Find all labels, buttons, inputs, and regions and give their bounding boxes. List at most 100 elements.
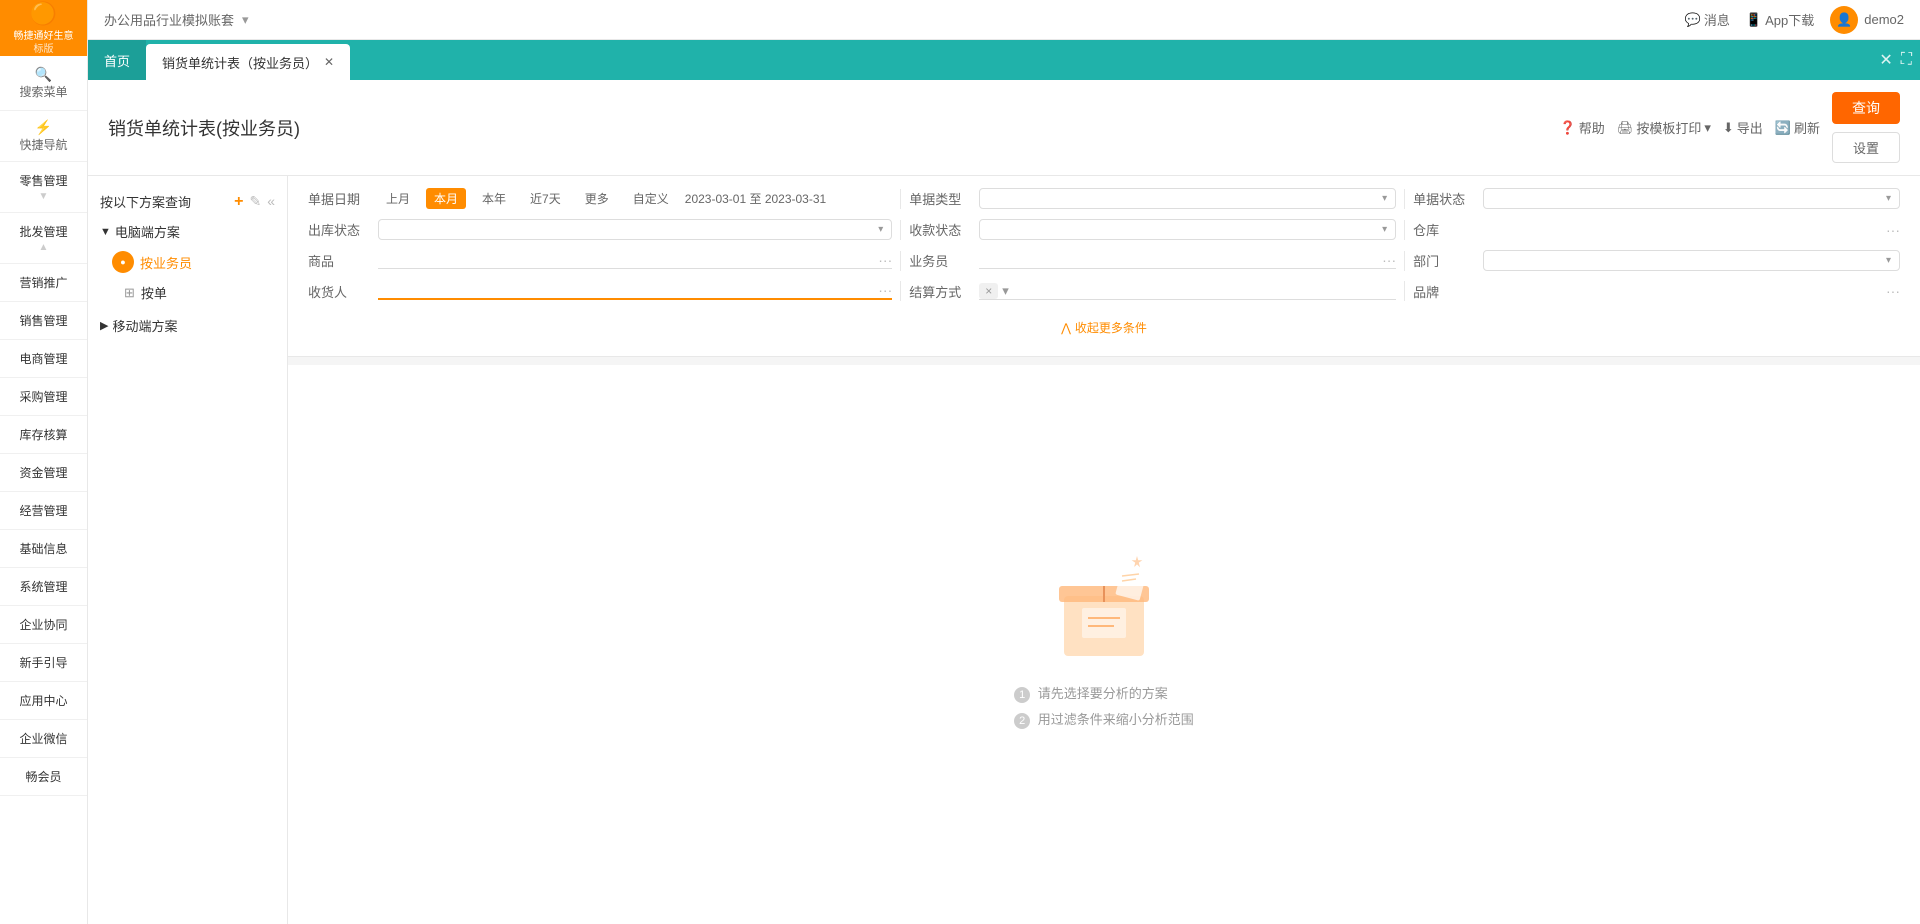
warehouse-dots[interactable]: ··· bbox=[1886, 222, 1900, 238]
brand-dots[interactable]: ··· bbox=[1886, 283, 1900, 299]
quick-nav[interactable]: ⚡ 快捷导航 bbox=[0, 111, 87, 162]
sidebar-item-basic[interactable]: 基础信息 bbox=[0, 530, 87, 568]
sidebar-item-purchase[interactable]: 采购管理 bbox=[0, 378, 87, 416]
collapse-filter-btn[interactable]: ⋀ 收起更多条件 bbox=[308, 311, 1900, 344]
department-select[interactable]: ▾ bbox=[1483, 250, 1900, 271]
filter-doc-type: 单据类型 ▾ bbox=[909, 188, 1396, 209]
sidebar-item-inventory[interactable]: 库存核算 bbox=[0, 416, 87, 454]
refresh-btn[interactable]: 🔄 刷新 bbox=[1775, 118, 1820, 137]
filter-warehouse: 仓库 ··· bbox=[1413, 220, 1900, 239]
product-dots[interactable]: ··· bbox=[878, 252, 892, 268]
out-status-select[interactable]: ▾ bbox=[378, 219, 892, 240]
apps-label: 应用中心 bbox=[19, 692, 67, 709]
edit-scheme-btn[interactable]: ✎ bbox=[249, 193, 261, 211]
left-panel: 按以下方案查询 + ✎ « ▼ 电脑端方案 ● 按业务员 bbox=[88, 176, 288, 924]
print-icon: 🖨 bbox=[1617, 120, 1634, 136]
sidebar-logo[interactable]: 🟠 畅捷通好生意 标版 bbox=[0, 0, 87, 56]
collapse-icon: ⋀ bbox=[1061, 321, 1071, 335]
sidebar-item-finance[interactable]: 资金管理 bbox=[0, 454, 87, 492]
user-area[interactable]: 👤 demo2 bbox=[1830, 6, 1904, 34]
enterprise-label: 企业协同 bbox=[19, 616, 67, 633]
tree-section-desktop[interactable]: ▼ 电脑端方案 bbox=[88, 217, 287, 246]
message-btn[interactable]: 💬 消息 bbox=[1685, 10, 1730, 29]
sidebar-item-marketing[interactable]: 营销推广 bbox=[0, 264, 87, 302]
date-btn-last-month[interactable]: 上月 bbox=[378, 188, 418, 209]
filter-row-4: 收货人 ··· 结算方式 × bbox=[308, 281, 1900, 301]
sales-label: 销售管理 bbox=[19, 312, 67, 329]
tab-sales-report[interactable]: 销货单统计表（按业务员） ✕ bbox=[146, 44, 350, 80]
sidebar-item-system[interactable]: 系统管理 bbox=[0, 568, 87, 606]
filter-doc-status: 单据状态 ▾ bbox=[1413, 188, 1900, 209]
inventory-label: 库存核算 bbox=[19, 426, 67, 443]
date-btn-7days[interactable]: 近7天 bbox=[522, 188, 569, 209]
product-label: 商品 bbox=[308, 251, 378, 270]
divider-8 bbox=[1404, 281, 1405, 301]
user-name: demo2 bbox=[1864, 12, 1904, 27]
help-btn[interactable]: ❓ 帮助 bbox=[1560, 118, 1605, 137]
collect-status-select[interactable]: ▾ bbox=[979, 219, 1396, 240]
tab-maximize-icon[interactable]: ⛶ bbox=[1901, 51, 1912, 69]
sidebar-item-sales[interactable]: 销售管理 bbox=[0, 302, 87, 340]
member-label: 畅会员 bbox=[25, 768, 61, 785]
basic-label: 基础信息 bbox=[19, 540, 67, 557]
tip-num-1: 1 bbox=[1014, 687, 1030, 703]
settings-button[interactable]: 设置 bbox=[1832, 132, 1900, 163]
filter-area: 单据日期 上月 本月 本年 近7天 更多 自定义 2023-03-01 至 20… bbox=[288, 176, 1920, 357]
tree-item-salesman[interactable]: ● 按业务员 bbox=[88, 246, 287, 278]
doc-type-chevron: ▾ bbox=[1382, 193, 1387, 204]
search-menu[interactable]: 🔍 搜索菜单 bbox=[0, 56, 87, 111]
breadcrumb-dropdown-icon[interactable]: ▾ bbox=[242, 12, 249, 28]
date-btn-this-year[interactable]: 本年 bbox=[474, 188, 514, 209]
collapse-panel-btn[interactable]: « bbox=[267, 193, 275, 211]
wechat-label: 企业微信 bbox=[19, 730, 67, 747]
app-icon: 📱 bbox=[1746, 12, 1762, 28]
purchase-label: 采购管理 bbox=[19, 388, 67, 405]
retail-arrow: ▼ bbox=[39, 191, 49, 202]
left-panel-actions: + ✎ « bbox=[234, 193, 275, 211]
add-scheme-btn[interactable]: + bbox=[234, 193, 243, 211]
date-btn-this-month[interactable]: 本月 bbox=[426, 188, 466, 209]
sidebar-item-wholesale[interactable]: 批发管理 ▲ bbox=[0, 213, 87, 264]
help-label: 帮助 bbox=[1579, 118, 1605, 137]
sidebar-item-ecommerce[interactable]: 电商管理 bbox=[0, 340, 87, 378]
salesman-label: 业务员 bbox=[909, 251, 979, 270]
left-panel-title: 按以下方案查询 bbox=[100, 192, 191, 211]
sidebar-item-retail[interactable]: 零售管理 ▼ bbox=[0, 162, 87, 213]
date-filter-controls: 上月 本月 本年 近7天 更多 自定义 2023-03-01 至 2023-03… bbox=[378, 188, 826, 209]
doc-status-label: 单据状态 bbox=[1413, 189, 1483, 208]
sidebar-item-enterprise[interactable]: 企业协同 bbox=[0, 606, 87, 644]
payment-tag-x[interactable]: × bbox=[985, 284, 992, 298]
divider-3 bbox=[900, 220, 901, 240]
out-status-chevron: ▾ bbox=[878, 224, 883, 235]
payment-tag: × bbox=[979, 283, 998, 299]
receiver-dots[interactable]: ··· bbox=[878, 282, 892, 298]
tab-close-window-icon[interactable]: ✕ bbox=[1879, 50, 1892, 70]
sidebar-item-newbie[interactable]: 新手引导 bbox=[0, 644, 87, 682]
tab-close-icon[interactable]: ✕ bbox=[324, 55, 334, 69]
top-header: 办公用品行业模拟账套 ▾ 💬 消息 📱 App下载 👤 demo2 bbox=[88, 0, 1920, 40]
export-btn[interactable]: ⬇ 导出 bbox=[1723, 118, 1763, 137]
doc-type-select[interactable]: ▾ bbox=[979, 188, 1396, 209]
sidebar-item-member[interactable]: 畅会员 bbox=[0, 758, 87, 796]
empty-icon-svg bbox=[1044, 556, 1164, 666]
query-button[interactable]: 查询 bbox=[1832, 92, 1900, 124]
left-panel-header: 按以下方案查询 + ✎ « bbox=[88, 186, 287, 217]
out-status-label: 出库状态 bbox=[308, 220, 378, 239]
tip-num-2: 2 bbox=[1014, 713, 1030, 729]
app-download-btn[interactable]: 📱 App下载 bbox=[1746, 10, 1814, 29]
sidebar-item-operations[interactable]: 经营管理 bbox=[0, 492, 87, 530]
date-btn-custom[interactable]: 自定义 bbox=[625, 188, 677, 209]
tab-home[interactable]: 首页 bbox=[88, 40, 146, 80]
tree-item-by-order[interactable]: ⊞ 按单 bbox=[88, 278, 287, 307]
sidebar: 🟠 畅捷通好生意 标版 🔍 搜索菜单 ⚡ 快捷导航 零售管理 ▼ 批发管理 ▲ … bbox=[0, 0, 88, 924]
sidebar-item-wechat[interactable]: 企业微信 bbox=[0, 720, 87, 758]
salesman-dots[interactable]: ··· bbox=[1382, 252, 1396, 268]
payment-chevron[interactable]: ▾ bbox=[1002, 283, 1009, 299]
sidebar-item-apps[interactable]: 应用中心 bbox=[0, 682, 87, 720]
print-btn[interactable]: 🖨 按模板打印 ▾ bbox=[1617, 118, 1711, 137]
doc-status-select[interactable]: ▾ bbox=[1483, 188, 1900, 209]
search-menu-label: 搜索菜单 bbox=[0, 83, 87, 100]
date-btn-more[interactable]: 更多 bbox=[577, 188, 617, 209]
empty-tips: 1 请先选择要分析的方案 2 用过滤条件来缩小分析范围 bbox=[1014, 679, 1194, 733]
tree-section-mobile[interactable]: ▶ 移动端方案 bbox=[88, 311, 287, 340]
